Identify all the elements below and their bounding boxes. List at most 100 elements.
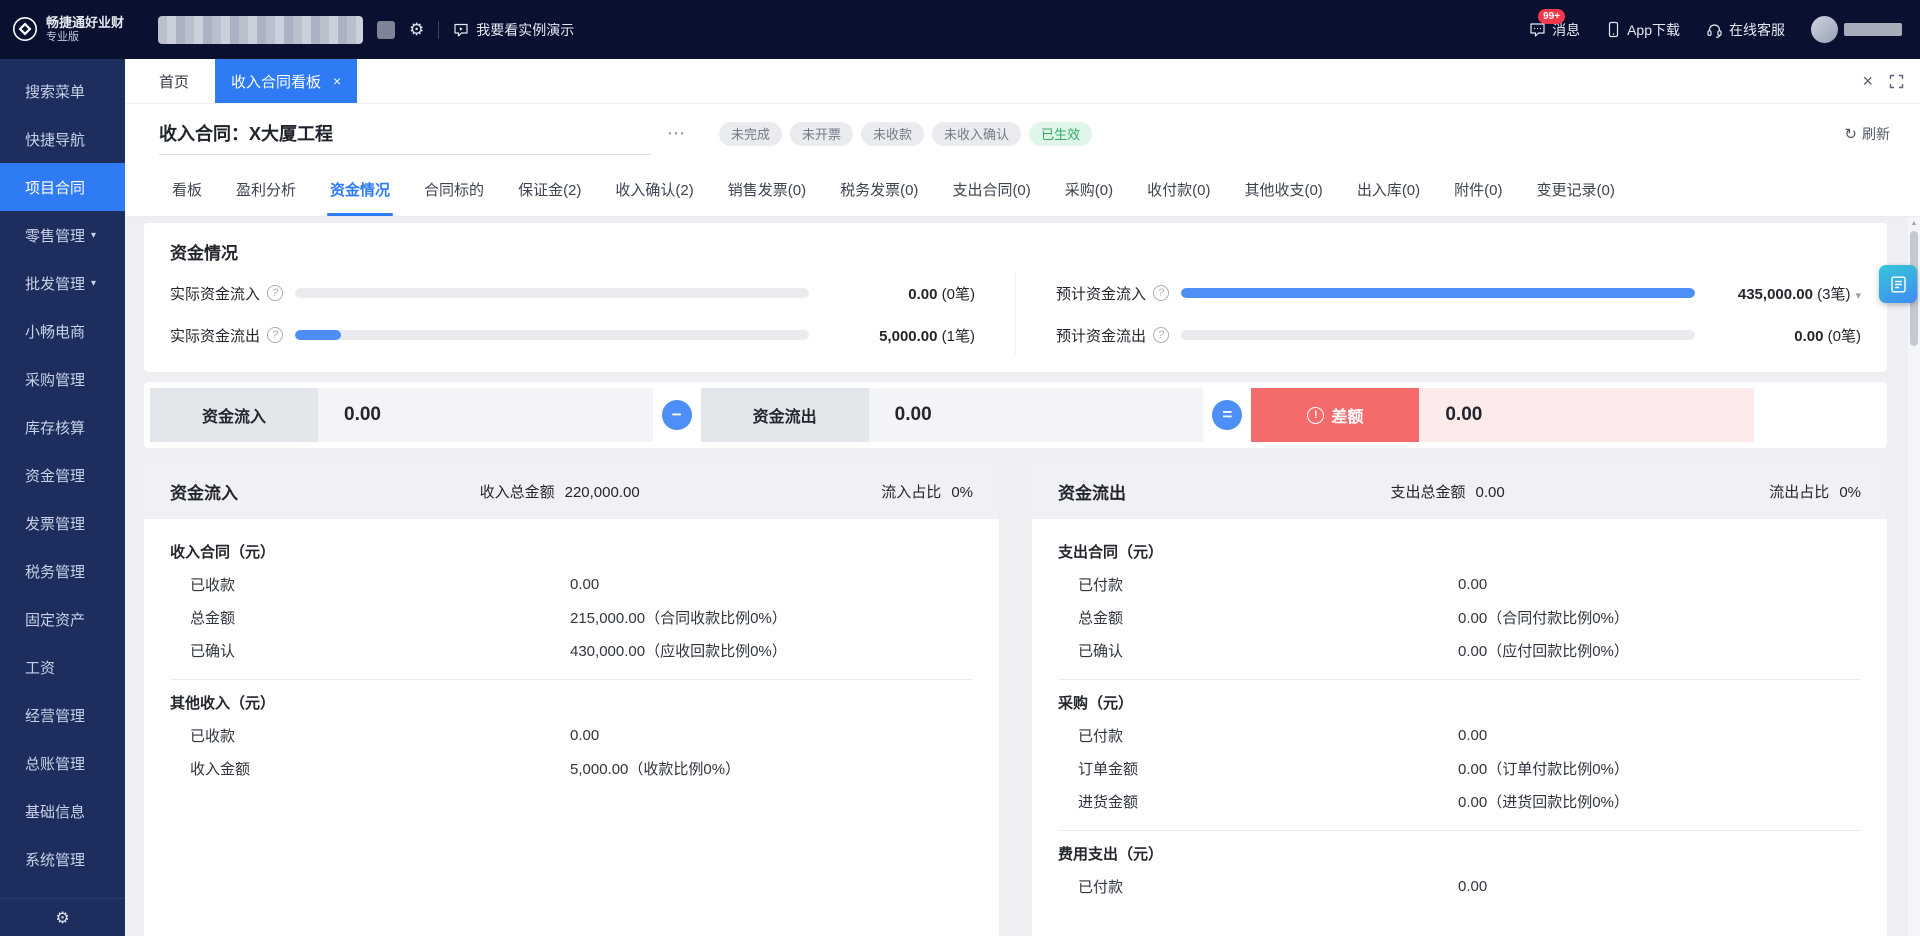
help-icon[interactable]: ?	[1153, 285, 1170, 301]
tab-income-confirm[interactable]: 收入确认(2)	[598, 163, 710, 216]
group-title: 支出合同（元）	[1058, 544, 1164, 561]
group-title: 采购（元）	[1058, 695, 1134, 712]
sidebar-item-tax[interactable]: 税务管理	[0, 547, 125, 595]
status-badge-incomplete: 未完成	[719, 121, 783, 146]
tab-payments[interactable]: 收付款(0)	[1130, 163, 1227, 216]
floating-helper-button[interactable]	[1879, 265, 1917, 303]
expense-contract-group: 支出合同（元） 已付款 0.00 总金额 0.00（合同付款比例0%） 已确认 0.0…	[1058, 541, 1861, 667]
funds-row-actual-inflow: 实际资金流入 ? 0.00 (0笔)	[170, 272, 975, 314]
minus-icon: −	[661, 400, 692, 430]
income-contract-group: 收入合同（元） 已收款 0.00 总金额 215,000.00（合同收款比例0%） …	[170, 541, 973, 667]
sidebar-item-invoice[interactable]: 发票管理	[0, 499, 125, 547]
chevron-down-icon: ▾	[91, 277, 97, 289]
app-download-button[interactable]: App下载	[1606, 20, 1680, 40]
progress-bar	[1181, 288, 1695, 298]
funds-row-value: 435,000.00 (3笔) ▾	[1737, 285, 1861, 303]
inflow-panel-title: 资金流入	[170, 484, 238, 503]
sidebar-item-general-ledger[interactable]: 总账管理	[0, 739, 125, 787]
warning-icon: !	[1307, 406, 1325, 424]
vertical-scrollbar[interactable]: ▲	[1908, 217, 1920, 936]
tab-stock-in-out[interactable]: 出入库(0)	[1340, 163, 1437, 216]
help-icon[interactable]: ?	[267, 327, 284, 343]
tab-attachments[interactable]: 附件(0)	[1437, 163, 1519, 216]
tab-close-icon[interactable]: ×	[333, 73, 341, 89]
tab-board[interactable]: 看板	[155, 163, 219, 216]
group-divider	[1058, 679, 1861, 680]
summary-inflow-label: 资金流入	[150, 388, 318, 442]
fee-expense-group: 费用支出（元） 已付款 0.00	[1058, 843, 1861, 903]
progress-bar	[295, 330, 809, 340]
expand-chevron-icon[interactable]: ▾	[1855, 290, 1861, 302]
progress-fill	[1181, 288, 1695, 298]
funds-row-label: 实际资金流出	[170, 327, 261, 345]
tab-change-log[interactable]: 变更记录(0)	[1520, 163, 1632, 216]
tab-purchase[interactable]: 采购(0)	[1048, 163, 1130, 216]
sidebar-item-retail[interactable]: 零售管理 ▾	[0, 211, 125, 259]
tab-funds-status[interactable]: 资金情况	[313, 163, 407, 216]
tab-contract-subject[interactable]: 合同标的	[407, 163, 501, 216]
sidebar-settings-gear-icon[interactable]: ⚙	[0, 898, 125, 936]
sidebar-item-system[interactable]: 系统管理	[0, 835, 125, 883]
outflow-panel-body: 支出合同（元） 已付款 0.00 总金额 0.00（合同付款比例0%） 已确认 0.0…	[1032, 519, 1887, 915]
online-service-button[interactable]: 在线客服	[1706, 20, 1785, 40]
tab-expense-contract[interactable]: 支出合同(0)	[935, 163, 1047, 216]
sidebar-item-inventory[interactable]: 库存核算	[0, 403, 125, 451]
redacted-company-selector[interactable]	[158, 15, 363, 44]
summary-inflow-segment: 资金流入 0.00	[150, 388, 653, 442]
detail-row: 已收款 0.00	[190, 576, 600, 594]
funds-row-expected-inflow: 预计资金流入 ? 435,000.00 (3笔) ▾	[1056, 272, 1861, 314]
status-badge-uninvoiced: 未开票	[790, 121, 854, 146]
sidebar-item-salary[interactable]: 工资	[0, 643, 125, 691]
refresh-label: 刷新	[1862, 125, 1890, 142]
sidebar-item-operation[interactable]: 经营管理	[0, 691, 125, 739]
tab-profit-analysis[interactable]: 盈利分析	[219, 163, 313, 216]
progress-fill	[295, 330, 342, 340]
brand-text: 畅捷通好业财 专业版	[46, 15, 124, 44]
purchase-group: 采购（元） 已付款 0.00 订单金额 0.00（订单付款比例0%） 进货金额 0.0…	[1058, 692, 1861, 818]
topbar: 畅捷通好业财 专业版 ⚙ 我要看实例演示 消息 99+ App下载 在线客服	[0, 0, 1920, 59]
inflow-ratio: 流入占比 0%	[881, 484, 973, 501]
refresh-button[interactable]: ↻ 刷新	[1844, 124, 1890, 144]
redacted-small-button[interactable]	[377, 20, 395, 39]
status-badge-effective: 已生效	[1029, 121, 1093, 146]
tab-sales-invoice[interactable]: 销售发票(0)	[711, 163, 823, 216]
sidebar-item-quick-nav[interactable]: 快捷导航	[0, 115, 125, 163]
sidebar-item-project-contract[interactable]: 项目合同	[0, 163, 125, 211]
app-download-label: App下载	[1627, 21, 1680, 38]
messages-button[interactable]: 消息 99+	[1529, 8, 1580, 40]
headset-icon	[1707, 23, 1722, 38]
sidebar-item-purchase[interactable]: 采购管理	[0, 355, 125, 403]
tab-deposit[interactable]: 保证金(2)	[501, 163, 598, 216]
settings-gear-icon[interactable]: ⚙	[409, 20, 424, 40]
sidebar-item-fixed-assets[interactable]: 固定资产	[0, 595, 125, 643]
progress-bar	[1181, 330, 1695, 340]
detail-panels: 资金流入 收入总金额 220,000.00 流入占比 0% 收入合同（元） 已收款 0…	[144, 464, 1887, 936]
sidebar-item-wholesale[interactable]: 批发管理 ▾	[0, 259, 125, 307]
sidebar-item-basic-info[interactable]: 基础信息	[0, 787, 125, 835]
detail-tabs: 看板 盈利分析 资金情况 合同标的 保证金(2) 收入确认(2) 销售发票(0)…	[125, 163, 1920, 217]
sidebar-item-search-menu[interactable]: 搜索菜单	[0, 67, 125, 115]
online-service-label: 在线客服	[1729, 21, 1785, 38]
demo-link[interactable]: 我要看实例演示	[453, 20, 574, 40]
more-options-icon[interactable]: ⋯	[667, 123, 687, 144]
sidebar-item-funds[interactable]: 资金管理	[0, 451, 125, 499]
funds-overview-card: 资金情况 实际资金流入 ? 0.00 (0笔) 实际资金流出 ? 5,000.0…	[144, 223, 1887, 372]
funds-col-expected: 预计资金流入 ? 435,000.00 (3笔) ▾ 预计资金流出 ? 0.00 …	[1015, 272, 1861, 356]
tab-other-income-expense[interactable]: 其他收支(0)	[1227, 163, 1339, 216]
page-header: 收入合同：X大厦工程 ⋯ 未完成 未开票 未收款 未收入确认 已生效 ↻ 刷新	[125, 104, 1920, 163]
help-icon[interactable]: ?	[1153, 327, 1170, 343]
close-all-icon[interactable]: ×	[1862, 71, 1873, 92]
detail-row: 已付款 0.00	[1078, 576, 1488, 594]
detail-row: 收入金额 5,000.00（收款比例0%）	[190, 761, 741, 778]
tab-tax-invoice[interactable]: 税务发票(0)	[823, 163, 935, 216]
fullscreen-icon[interactable]	[1889, 74, 1904, 89]
user-account[interactable]	[1811, 16, 1902, 43]
tab-home[interactable]: 首页	[125, 59, 215, 103]
message-bubble-icon	[1530, 23, 1545, 37]
tab-income-contract-dashboard[interactable]: 收入合同看板 ×	[215, 59, 358, 103]
detail-row: 已付款 0.00	[1078, 727, 1488, 745]
scroll-up-arrow-icon[interactable]: ▲	[1911, 220, 1918, 227]
help-icon[interactable]: ?	[267, 285, 284, 301]
summary-diff-segment: ! 差额 0.00	[1251, 388, 1755, 442]
sidebar-item-ecommerce[interactable]: 小畅电商	[0, 307, 125, 355]
